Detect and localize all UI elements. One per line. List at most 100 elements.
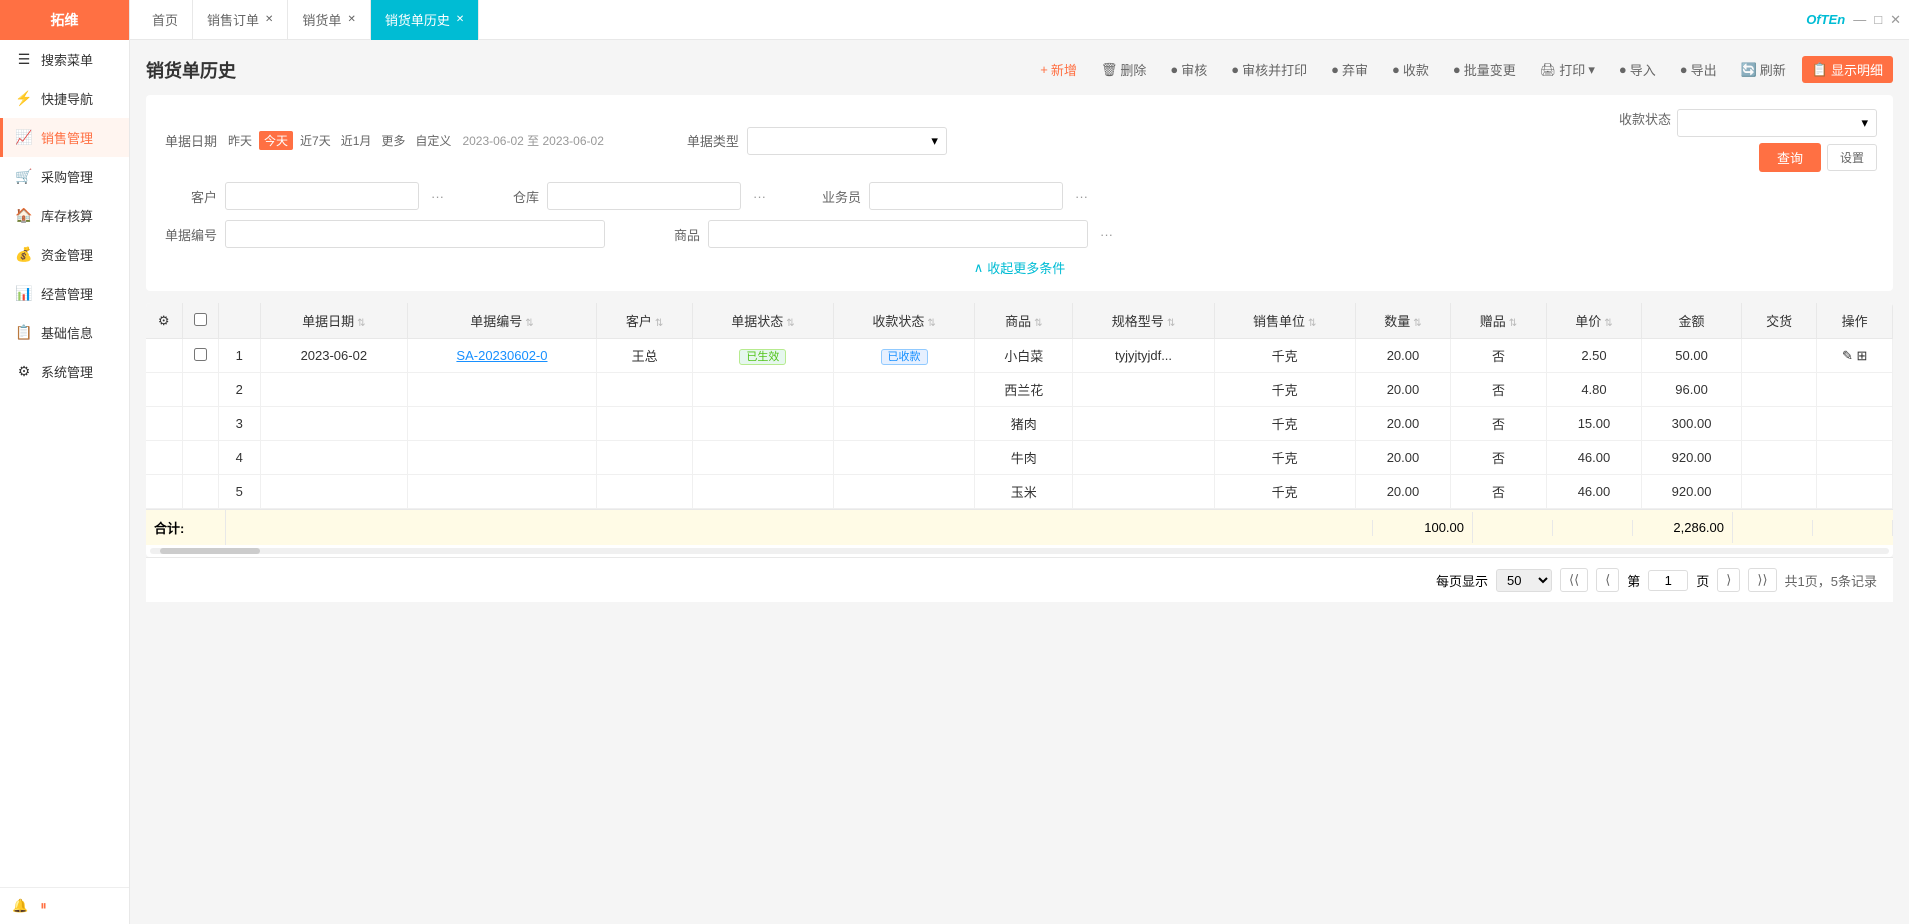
doc-no-cell[interactable] — [407, 441, 597, 475]
tab-sales-order[interactable]: 销售订单 ✕ — [193, 0, 288, 40]
shortcut-more[interactable]: 更多 — [378, 131, 408, 150]
next-page-button[interactable]: ⟩ — [1717, 568, 1740, 592]
col-settings[interactable]: ⚙ — [146, 303, 182, 339]
customer-dots[interactable]: ··· — [431, 189, 444, 204]
actions-cell[interactable] — [1817, 407, 1893, 441]
warehouse-input[interactable] — [547, 182, 741, 210]
export-button[interactable]: ●导出 — [1672, 56, 1725, 83]
customer-input[interactable] — [225, 182, 419, 210]
actions-cell[interactable] — [1817, 373, 1893, 407]
footer-total-qty: 100.00 — [1373, 512, 1473, 543]
collect-status-select[interactable]: ▾ — [1677, 109, 1877, 137]
tab-sales-goods[interactable]: 销货单 ✕ — [288, 0, 370, 40]
tab-sales-history[interactable]: 销货单历史 ✕ — [371, 0, 479, 40]
collect-button[interactable]: ●收款 — [1384, 56, 1437, 83]
goods-dots[interactable]: ··· — [1100, 227, 1113, 242]
sidebar-item-ops-mgmt[interactable]: 📊 经营管理 — [0, 274, 129, 313]
doc-no-cell[interactable]: SA-20230602-0 — [407, 339, 597, 373]
notification-icon[interactable]: 🔔 — [12, 898, 28, 914]
prev-page-button[interactable]: ⟨ — [1596, 568, 1619, 592]
row-check[interactable] — [194, 348, 207, 361]
check-cell[interactable] — [182, 407, 218, 441]
close-window-icon[interactable]: ✕ — [1890, 12, 1901, 28]
show-detail-button[interactable]: 📋显示明细 — [1802, 56, 1893, 83]
batch-change-button[interactable]: ●批量变更 — [1445, 56, 1524, 83]
col-qty[interactable]: 数量⇅ — [1355, 303, 1451, 339]
refresh-button[interactable]: 🔄刷新 — [1733, 56, 1794, 83]
new-button[interactable]: +新增 — [1032, 56, 1085, 83]
goods-input[interactable] — [708, 220, 1088, 248]
actions-cell[interactable]: ✎ ⊞ — [1817, 339, 1893, 373]
col-gift[interactable]: 赠品⇅ — [1451, 303, 1547, 339]
doc-type-select[interactable]: ▾ — [747, 127, 947, 155]
doc-no-cell[interactable] — [407, 475, 597, 509]
check-cell[interactable] — [182, 441, 218, 475]
query-button[interactable]: 查询 — [1759, 143, 1821, 172]
date-range: 2023-06-02 至 2023-06-02 — [462, 132, 603, 149]
tab-sales-order-close[interactable]: ✕ — [265, 14, 273, 25]
doc-no-cell[interactable] — [407, 407, 597, 441]
first-page-button[interactable]: ⟨⟨ — [1560, 568, 1588, 592]
check-cell[interactable] — [182, 339, 218, 373]
col-customer[interactable]: 客户⇅ — [597, 303, 693, 339]
col-goods[interactable]: 商品⇅ — [975, 303, 1073, 339]
pause-icon[interactable]: ⏸ — [40, 898, 47, 914]
doc-no-input[interactable] — [225, 220, 605, 248]
col-collect-status[interactable]: 收款状态⇅ — [833, 303, 974, 339]
print-button[interactable]: 🖨打印 ▾ — [1532, 56, 1603, 83]
warehouse-dots[interactable]: ··· — [753, 189, 766, 204]
page-size-select[interactable]: 20 50 100 — [1496, 569, 1552, 592]
shortcut-yesterday[interactable]: 昨天 — [225, 131, 255, 150]
tabs-bar-right: OfTEn — □ ✕ — [1806, 12, 1901, 28]
sidebar-item-sys-mgmt[interactable]: ⚙ 系统管理 — [0, 352, 129, 391]
doc-no-cell[interactable] — [407, 373, 597, 407]
sidebar-item-purchase-mgmt[interactable]: 🛒 采购管理 — [0, 157, 129, 196]
import-button[interactable]: ●导入 — [1611, 56, 1664, 83]
abandon-button[interactable]: ●弃审 — [1323, 56, 1376, 83]
last-page-button[interactable]: ⟩⟩ — [1748, 568, 1776, 592]
sidebar-item-sales-mgmt[interactable]: 📈 销售管理 — [0, 118, 129, 157]
shortcut-month1[interactable]: 近1月 — [338, 131, 375, 150]
col-doc-no[interactable]: 单据编号⇅ — [407, 303, 597, 339]
shortcut-week7[interactable]: 近7天 — [297, 131, 334, 150]
col-unit[interactable]: 销售单位⇅ — [1214, 303, 1355, 339]
audit-print-button[interactable]: ●审核并打印 — [1223, 56, 1315, 83]
shortcut-today[interactable]: 今天 — [259, 131, 293, 150]
delete-button[interactable]: 🗑删除 — [1093, 56, 1155, 83]
sidebar-item-label: 销售管理 — [41, 128, 93, 147]
col-spec[interactable]: 规格型号⇅ — [1073, 303, 1214, 339]
tab-sales-history-close[interactable]: ✕ — [456, 14, 464, 25]
collapse-button[interactable]: ∧ 收起更多条件 — [162, 258, 1877, 277]
scrollbar-area[interactable] — [146, 545, 1893, 557]
tab-home[interactable]: 首页 — [138, 0, 193, 40]
col-doc-date[interactable]: 单据日期⇅ — [261, 303, 408, 339]
maximize-icon[interactable]: □ — [1874, 12, 1882, 27]
page-input[interactable] — [1648, 570, 1688, 591]
col-unit-price[interactable]: 单价⇅ — [1546, 303, 1642, 339]
employee-input[interactable] — [869, 182, 1063, 210]
doc-no-link[interactable]: SA-20230602-0 — [456, 348, 547, 363]
unit-price-cell: 46.00 — [1546, 441, 1642, 475]
doc-status-cell — [692, 373, 833, 407]
shortcut-custom[interactable]: 自定义 — [412, 131, 454, 150]
audit-button[interactable]: ●审核 — [1162, 56, 1215, 83]
tab-home-label: 首页 — [152, 10, 178, 29]
actions-cell[interactable] — [1817, 441, 1893, 475]
minimize-icon[interactable]: — — [1853, 12, 1866, 27]
sidebar-item-search-menu[interactable]: ☰ 搜索菜单 — [0, 40, 129, 79]
check-all[interactable] — [194, 313, 207, 326]
export-icon: ● — [1680, 62, 1688, 77]
check-cell[interactable] — [182, 475, 218, 509]
setting-button[interactable]: 设置 — [1827, 144, 1877, 171]
tab-sales-goods-close[interactable]: ✕ — [347, 14, 355, 25]
col-doc-status[interactable]: 单据状态⇅ — [692, 303, 833, 339]
scrollbar-thumb[interactable] — [160, 548, 260, 554]
check-cell[interactable] — [182, 373, 218, 407]
sidebar-item-quick-nav[interactable]: ⚡ 快捷导航 — [0, 79, 129, 118]
employee-dots[interactable]: ··· — [1075, 189, 1088, 204]
sidebar-item-inventory-calc[interactable]: 🏠 库存核算 — [0, 196, 129, 235]
sidebar-item-basic-info[interactable]: 📋 基础信息 — [0, 313, 129, 352]
actions-cell[interactable] — [1817, 475, 1893, 509]
sidebar-item-finance-mgmt[interactable]: 💰 资金管理 — [0, 235, 129, 274]
col-check[interactable] — [182, 303, 218, 339]
